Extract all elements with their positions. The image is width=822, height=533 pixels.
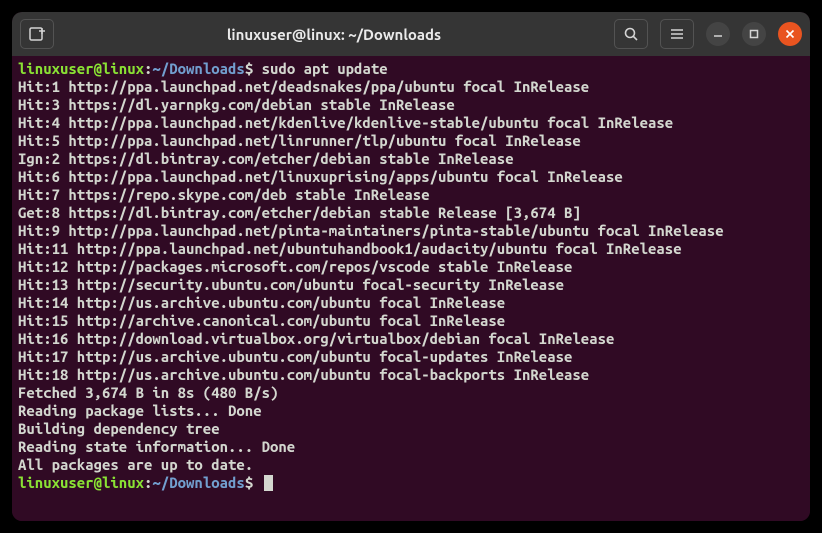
- output-line: All packages are up to date.: [18, 456, 804, 474]
- output-line: Hit:12 http://packages.microsoft.com/rep…: [18, 258, 804, 276]
- minimize-icon: [713, 29, 723, 39]
- prompt-line: linuxuser@linux:~/Downloads$: [18, 474, 804, 492]
- terminal-body[interactable]: linuxuser@linux:~/Downloads$ sudo apt up…: [12, 56, 810, 521]
- output-line: Hit:15 http://archive.canonical.com/ubun…: [18, 312, 804, 330]
- output-line: Hit:13 http://security.ubuntu.com/ubuntu…: [18, 276, 804, 294]
- output-line: Hit:14 http://us.archive.ubuntu.com/ubun…: [18, 294, 804, 312]
- output-line: Building dependency tree: [18, 420, 804, 438]
- window-title: linuxuser@linux: ~/Downloads: [62, 26, 606, 43]
- output-line: Hit:7 https://repo.skype.com/deb stable …: [18, 186, 804, 204]
- output-line: Hit:18 http://us.archive.ubuntu.com/ubun…: [18, 366, 804, 384]
- output-line: Hit:4 http://ppa.launchpad.net/kdenlive/…: [18, 114, 804, 132]
- output-line: Hit:1 http://ppa.launchpad.net/deadsnake…: [18, 78, 804, 96]
- new-tab-icon: [28, 25, 46, 43]
- command-text: sudo apt update: [262, 60, 388, 77]
- search-icon: [623, 26, 639, 42]
- titlebar: linuxuser@linux: ~/Downloads: [12, 12, 810, 56]
- output-line: Hit:17 http://us.archive.ubuntu.com/ubun…: [18, 348, 804, 366]
- hamburger-icon: [669, 26, 685, 42]
- prompt-line: linuxuser@linux:~/Downloads$ sudo apt up…: [18, 60, 804, 78]
- output-line: Hit:16 http://download.virtualbox.org/vi…: [18, 330, 804, 348]
- search-button[interactable]: [614, 19, 648, 49]
- close-icon: [785, 29, 795, 39]
- output-line: Get:8 https://dl.bintray.com/etcher/debi…: [18, 204, 804, 222]
- prompt-path: ~/Downloads: [152, 60, 244, 77]
- output-line: Hit:9 http://ppa.launchpad.net/pinta-mai…: [18, 222, 804, 240]
- prompt-path: ~/Downloads: [152, 474, 244, 491]
- menu-button[interactable]: [660, 19, 694, 49]
- close-button[interactable]: [778, 22, 802, 46]
- maximize-button[interactable]: [742, 22, 766, 46]
- minimize-button[interactable]: [706, 22, 730, 46]
- output-line: Hit:11 http://ppa.launchpad.net/ubuntuha…: [18, 240, 804, 258]
- output-line: Hit:6 http://ppa.launchpad.net/linuxupri…: [18, 168, 804, 186]
- output-area: Hit:1 http://ppa.launchpad.net/deadsnake…: [18, 78, 804, 474]
- output-line: Fetched 3,674 B in 8s (480 B/s): [18, 384, 804, 402]
- prompt-sep2: $: [245, 60, 253, 77]
- output-line: Reading package lists... Done: [18, 402, 804, 420]
- output-line: Ign:2 https://dl.bintray.com/etcher/debi…: [18, 150, 804, 168]
- prompt-user-host: linuxuser@linux: [18, 474, 144, 491]
- prompt-user-host: linuxuser@linux: [18, 60, 144, 77]
- output-line: Hit:3 https://dl.yarnpkg.com/debian stab…: [18, 96, 804, 114]
- cursor: [264, 475, 273, 491]
- prompt-sep2: $: [245, 474, 253, 491]
- terminal-window: linuxuser@linux: ~/Downloads: [12, 12, 810, 521]
- new-tab-button[interactable]: [20, 19, 54, 49]
- output-line: Reading state information... Done: [18, 438, 804, 456]
- output-line: Hit:5 http://ppa.launchpad.net/linrunner…: [18, 132, 804, 150]
- maximize-icon: [749, 29, 759, 39]
